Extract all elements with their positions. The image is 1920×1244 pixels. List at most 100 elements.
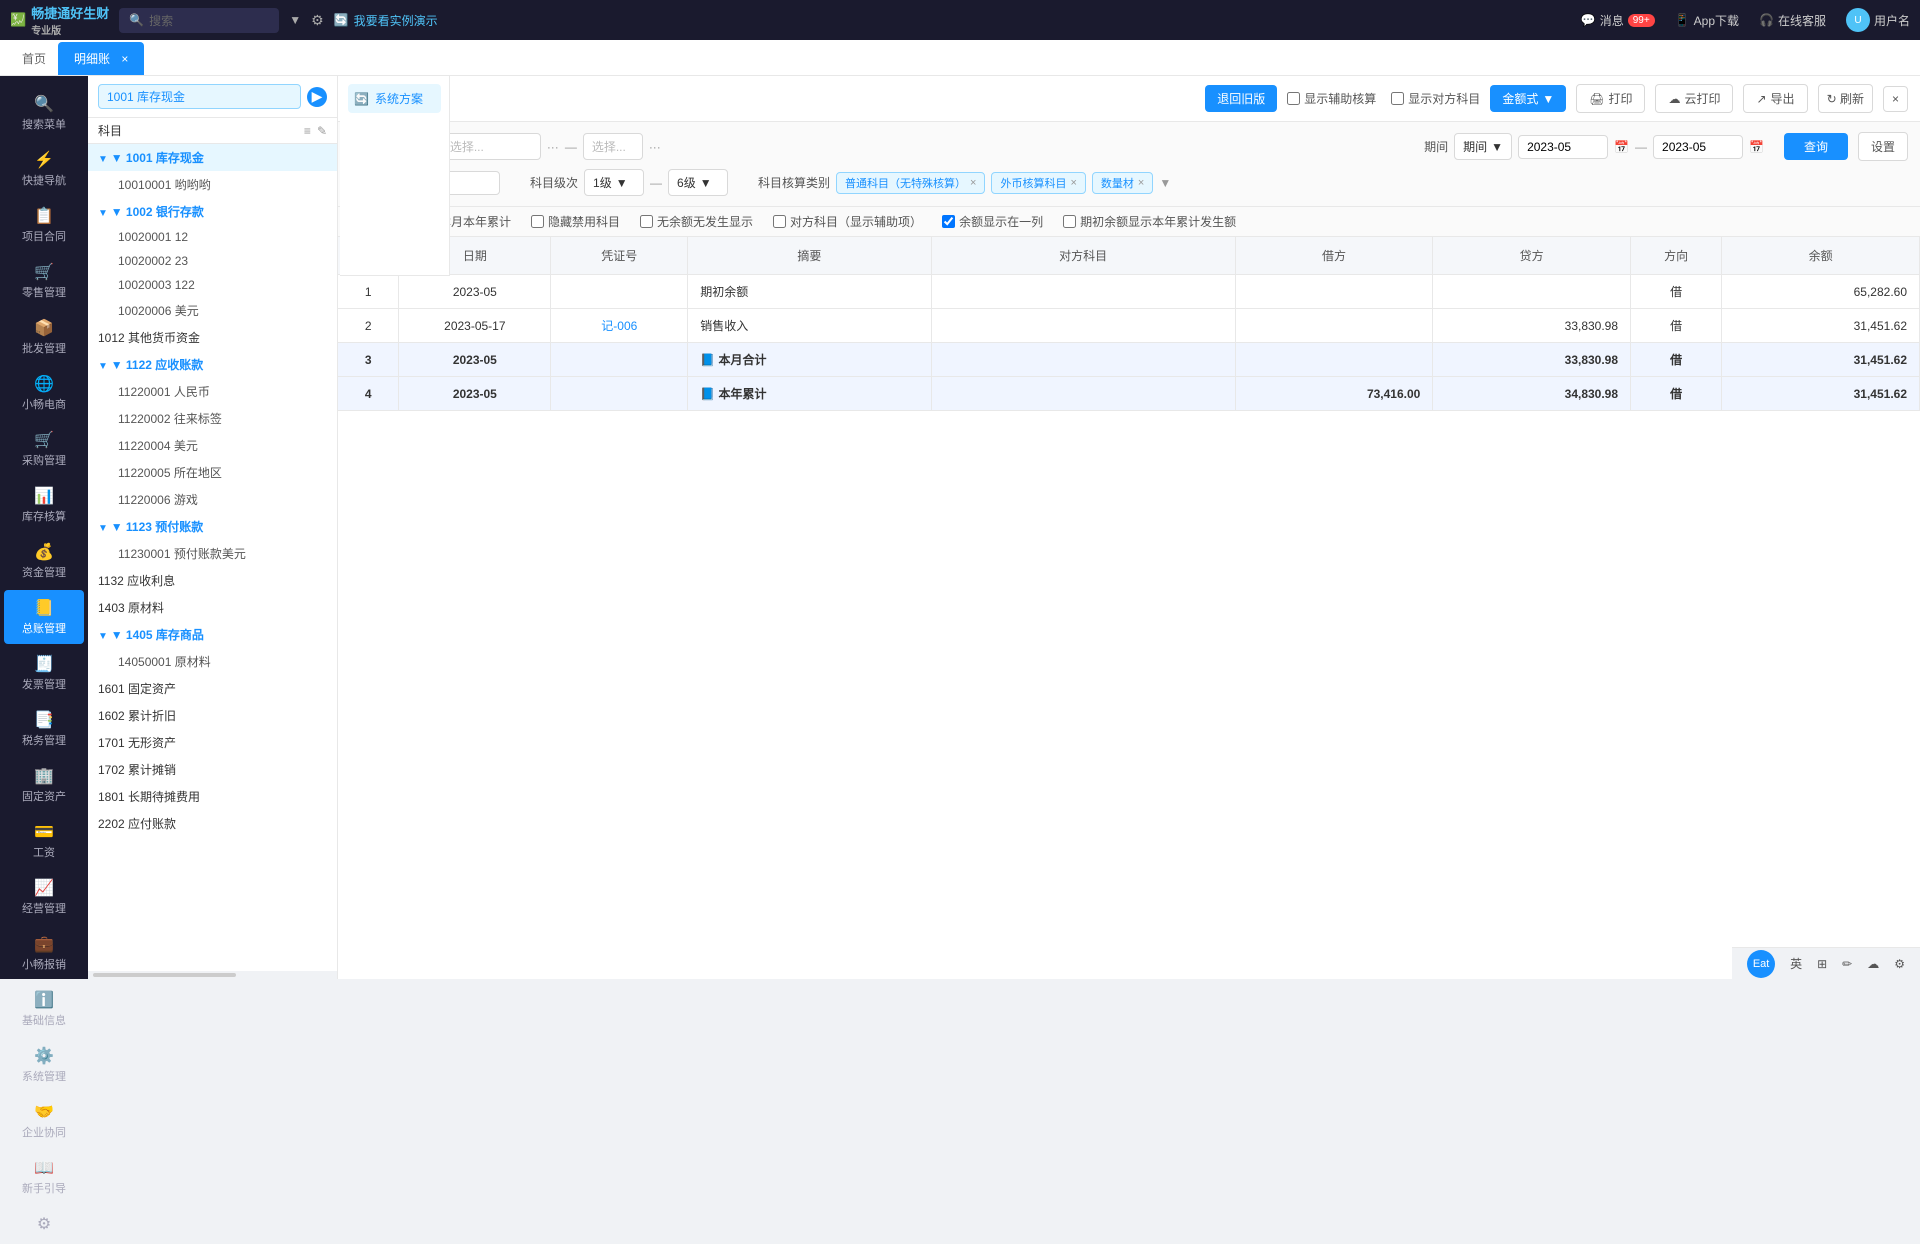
tree-item-1801[interactable]: 1801 长期待摊费用 (88, 783, 337, 810)
voucher-link[interactable]: 记-006 (601, 319, 637, 333)
selected-account-tag[interactable]: 1001 库存现金 (98, 84, 301, 109)
period-type-select[interactable]: 期间 ▼ (1454, 133, 1512, 160)
close-panel-button[interactable]: × (1883, 86, 1908, 112)
style-button[interactable]: 金额式 ▼ (1490, 85, 1566, 112)
tree-item-1601[interactable]: 1601 固定资产 (88, 675, 337, 702)
zoom-icon[interactable]: ⊞ (1817, 957, 1827, 971)
sidebar-item-inventory[interactable]: 📊 库存核算 (4, 478, 84, 532)
sidebar-item-system[interactable]: ⚙️ 系统管理 (4, 1038, 84, 1092)
tree-item-10020003[interactable]: 10020003 122 (88, 273, 337, 297)
tree-item-11220006[interactable]: 11220006 游戏 (88, 486, 337, 513)
demo-link[interactable]: 🔄 我要看实例演示 (334, 12, 438, 29)
tag-foreign-currency[interactable]: 外币核算科目 × (991, 172, 1085, 194)
refresh-button[interactable]: ↻ 刷新 (1818, 84, 1873, 113)
tag-close-icon[interactable]: × (1070, 177, 1076, 189)
tree-item-11220004[interactable]: 11220004 美元 (88, 432, 337, 459)
edit-icon[interactable]: ✏ (1842, 957, 1852, 971)
tree-item-11230001[interactable]: 11230001 预付账款美元 (88, 540, 337, 567)
tag-close-icon[interactable]: × (970, 177, 976, 189)
tag-normal-subject[interactable]: 普通科目（无特殊核算） × (836, 172, 985, 194)
setting-button[interactable]: 设置 (1858, 132, 1908, 161)
tree-scrollbar[interactable] (88, 971, 337, 979)
check-hide-disabled[interactable]: 隐藏禁用科目 (531, 213, 620, 230)
sidebar-item-quick-nav[interactable]: ⚡ 快捷导航 (4, 142, 84, 196)
tree-item-11220005[interactable]: 11220005 所在地区 (88, 459, 337, 486)
period-to-input[interactable] (1653, 135, 1743, 159)
tree-item-1002[interactable]: ▼ 1002 银行存款 (88, 198, 337, 225)
sidebar-item-ecommerce[interactable]: 🌐 小畅电商 (4, 366, 84, 420)
top-search[interactable]: 🔍 搜索 (119, 8, 279, 33)
sidebar-item-payroll[interactable]: 💳 工资 (4, 814, 84, 868)
sidebar-item-operations[interactable]: 📈 经营管理 (4, 870, 84, 924)
sidebar-item-collab[interactable]: 🤝 企业协同 (4, 1094, 84, 1148)
check-balance-one-col[interactable]: 余额显示在一列 (942, 213, 1043, 230)
tree-item-14050001[interactable]: 14050001 原材料 (88, 648, 337, 675)
tree-item-1701[interactable]: 1701 无形资产 (88, 729, 337, 756)
sidebar-item-project[interactable]: 📋 项目合同 (4, 198, 84, 252)
sidebar-item-finance[interactable]: 💰 资金管理 (4, 534, 84, 588)
tree-item-1012[interactable]: 1012 其他货币资金 (88, 324, 337, 351)
sidebar-item-purchase[interactable]: 🛒 采购管理 (4, 422, 84, 476)
tab-close-icon[interactable]: × (121, 52, 128, 66)
cloud-icon[interactable]: ☁ (1867, 957, 1879, 971)
message-tool[interactable]: 💬 消息 99+ (1581, 12, 1655, 29)
tree-item-1001[interactable]: ▼ 1001 库存现金 (88, 144, 337, 171)
sidebar-item-fixed-assets[interactable]: 🏢 固定资产 (4, 758, 84, 812)
user-avatar-area[interactable]: U 用户名 (1846, 8, 1910, 32)
tree-item-10020002[interactable]: 10020002 23 (88, 249, 337, 273)
eat-icon[interactable]: Eat (1747, 950, 1775, 978)
subject-more-icon[interactable]: ··· (547, 140, 559, 154)
settings-icon[interactable]: ⚙ (311, 12, 324, 29)
check-no-occurrence[interactable]: 无余额无发生显示 (640, 213, 753, 230)
tab-home[interactable]: 首页 (10, 42, 58, 75)
tree-item-1123[interactable]: ▼ 1123 预付账款 (88, 513, 337, 540)
tree-item-1132[interactable]: 1132 应收利息 (88, 567, 337, 594)
tag-quantity[interactable]: 数量材 × (1092, 172, 1153, 194)
query-button[interactable]: 查询 (1784, 133, 1848, 160)
sidebar-item-guide[interactable]: 📖 新手引导 (4, 1150, 84, 1204)
tree-item-1702[interactable]: 1702 累计摊销 (88, 756, 337, 783)
show-auxiliary-checkbox[interactable]: 显示辅助核算 (1287, 90, 1376, 107)
language-toggle[interactable]: 英 (1790, 955, 1802, 972)
sidebar-item-search[interactable]: 🔍 搜索菜单 (4, 86, 84, 140)
sidebar-item-ledger[interactable]: 📒 总账管理 (4, 590, 84, 644)
subject-end-input[interactable]: 选择... (583, 133, 643, 160)
tree-action-edit[interactable]: ✎ (317, 124, 327, 138)
scheme-item[interactable]: 🔄 系统方案 (348, 84, 441, 113)
sidebar-item-wholesale[interactable]: 📦 批发管理 (4, 310, 84, 364)
tree-item-11220001[interactable]: 11220001 人民币 (88, 378, 337, 405)
sidebar-item-basics[interactable]: ℹ️ 基础信息 (4, 982, 84, 1036)
eat-button-area[interactable]: Eat (1747, 950, 1775, 978)
tree-action-list[interactable]: ≡ (304, 124, 311, 138)
subject-end-more-icon[interactable]: ··· (649, 140, 661, 154)
search-dropdown-icon[interactable]: ▼ (289, 13, 301, 27)
tree-item-10010001[interactable]: 10010001 哟哟哟 (88, 171, 337, 198)
return-old-version-button[interactable]: 退回旧版 (1205, 85, 1277, 112)
tree-item-1122[interactable]: ▼ 1122 应收账款 (88, 351, 337, 378)
level-to-select[interactable]: 6级 ▼ (668, 169, 728, 196)
show-opposite-checkbox[interactable]: 显示对方科目 (1391, 90, 1480, 107)
export-button[interactable]: ↗ 导出 (1743, 84, 1807, 113)
tree-item-10020006[interactable]: 10020006 美元 (88, 297, 337, 324)
cell-voucher[interactable]: 记-006 (551, 309, 688, 343)
sidebar-item-expense[interactable]: 💼 小畅报销 (4, 926, 84, 980)
tree-item-11220002[interactable]: 11220002 往来标签 (88, 405, 337, 432)
cloud-print-button[interactable]: ☁ 云打印 (1655, 84, 1733, 113)
tree-item-10020001[interactable]: 10020001 12 (88, 225, 337, 249)
app-download-tool[interactable]: 📱 App下载 (1675, 12, 1739, 29)
subject-type-dropdown[interactable]: ▼ (1159, 176, 1171, 190)
sidebar-item-tax[interactable]: 📑 税务管理 (4, 702, 84, 756)
sidebar-item-invoice[interactable]: 🧾 发票管理 (4, 646, 84, 700)
check-initial-balance[interactable]: 期初余额显示本年累计发生额 (1063, 213, 1236, 230)
tree-item-1405[interactable]: ▼ 1405 库存商品 (88, 621, 337, 648)
subject-input[interactable]: 选择... (441, 133, 541, 160)
tree-item-1403[interactable]: 1403 原材料 (88, 594, 337, 621)
tag-close-icon[interactable]: × (1138, 177, 1144, 189)
period-from-input[interactable] (1518, 135, 1608, 159)
check-opposite-subject[interactable]: 对方科目（显示辅助项） (773, 213, 922, 230)
print-button[interactable]: 🖨 打印 (1576, 84, 1645, 113)
sidebar-item-settings[interactable]: ⚙ (4, 1206, 84, 1244)
bottom-settings-icon[interactable]: ⚙ (1894, 957, 1905, 971)
tab-detail-ledger[interactable]: 明细账 × (58, 42, 144, 75)
tree-item-1602[interactable]: 1602 累计折旧 (88, 702, 337, 729)
